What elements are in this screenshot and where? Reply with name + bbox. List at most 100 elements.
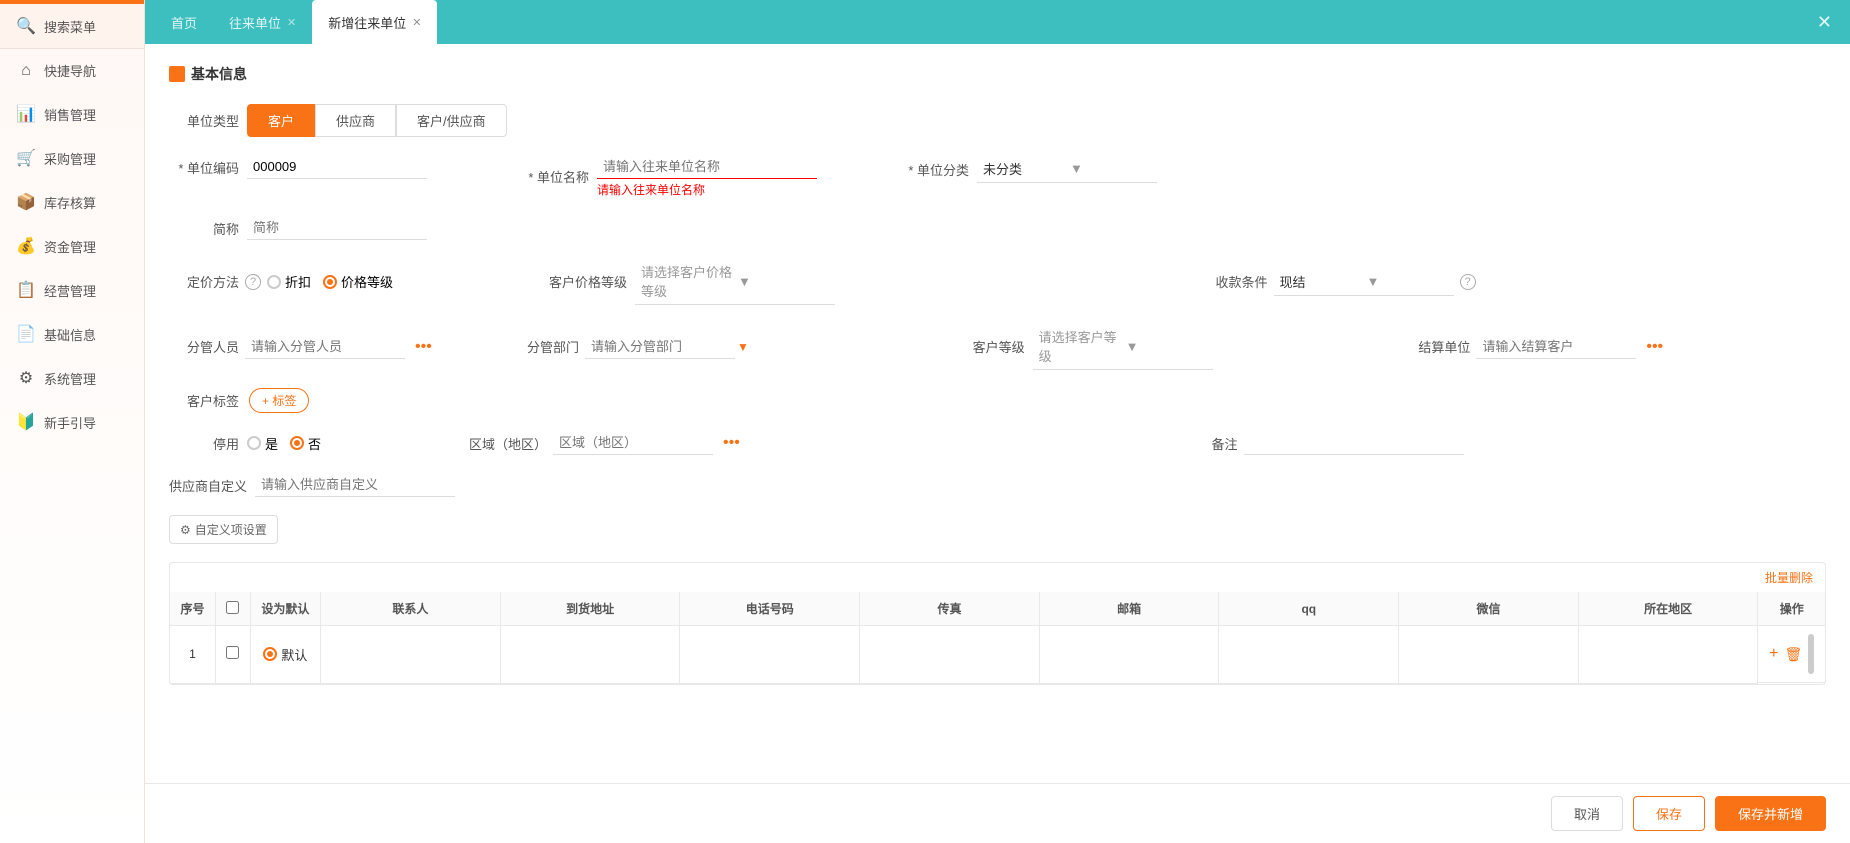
sidebar-item-quick-nav[interactable]: ⌂ 快捷导航 — [0, 49, 144, 92]
row-default-radio[interactable]: 默认 — [261, 645, 310, 664]
department-field: 分管部门 ▼ — [489, 335, 935, 359]
manager-input[interactable] — [245, 335, 405, 359]
unit-name-input[interactable] — [597, 155, 817, 179]
select-all-checkbox[interactable] — [226, 601, 239, 614]
supplier-custom-input[interactable] — [255, 473, 455, 497]
status-row: 停用 是 否 区域（地区） ••• 备注 — [169, 431, 1826, 455]
row-fax[interactable] — [860, 626, 1040, 684]
unit-category-dropdown[interactable]: 未分类 ▼ — [977, 155, 1157, 183]
row-select-checkbox[interactable] — [226, 646, 239, 659]
tab-partners-close[interactable]: ✕ — [287, 16, 296, 29]
table-actions-row: 批量删除 — [170, 563, 1825, 592]
unit-code-label: * 单位编码 — [169, 158, 239, 177]
customer-level-dropdown[interactable]: 请选择客户等级 ▼ — [1033, 323, 1213, 370]
pricing-help-icon[interactable]: ? — [245, 274, 261, 290]
sidebar-item-operations[interactable]: 📋 经营管理 — [0, 268, 144, 312]
row-id: 1 — [170, 626, 215, 684]
customer-level-value: 请选择客户等级 — [1039, 327, 1120, 365]
payment-terms-value: 现结 — [1280, 272, 1361, 291]
remark-field: 备注 — [1128, 431, 1827, 455]
sidebar-item-search[interactable]: 🔍 搜索菜单 — [0, 4, 144, 49]
disabled-yes-dot — [247, 436, 261, 450]
col-address: 到货地址 — [500, 592, 680, 626]
manager-more-btn[interactable]: ••• — [415, 338, 432, 356]
row-wechat[interactable] — [1399, 626, 1579, 684]
disabled-field: 停用 是 否 — [169, 434, 449, 453]
row-contact[interactable] — [321, 626, 501, 684]
row-email[interactable] — [1039, 626, 1219, 684]
col-region: 所在地区 — [1578, 592, 1758, 626]
qq-input[interactable] — [1229, 647, 1388, 661]
pricing-discount-radio[interactable]: 折扣 — [267, 272, 311, 291]
operations-icon: 📋 — [16, 280, 36, 300]
basic-info-icon: 📄 — [16, 324, 36, 344]
payment-terms-dropdown[interactable]: 现结 ▼ — [1274, 268, 1454, 296]
settlement-unit-input[interactable] — [1476, 335, 1636, 359]
type-btn-customer[interactable]: 客户 — [247, 104, 315, 137]
row-default-dot — [263, 647, 277, 661]
batch-delete-btn[interactable]: 批量删除 — [1765, 569, 1813, 586]
tab-new-partner[interactable]: 新增往来单位 ✕ — [312, 0, 437, 44]
department-input[interactable] — [585, 335, 735, 359]
tab-partners[interactable]: 往来单位 ✕ — [213, 0, 312, 44]
disabled-yes-label: 是 — [265, 434, 278, 453]
disabled-no-radio[interactable]: 否 — [290, 434, 321, 453]
add-tag-button[interactable]: + 标签 — [249, 388, 309, 413]
payment-terms-help-icon[interactable]: ? — [1460, 274, 1476, 290]
wechat-input[interactable] — [1409, 647, 1568, 661]
sidebar-item-inventory[interactable]: 📦 库存核算 — [0, 180, 144, 224]
disabled-yes-radio[interactable]: 是 — [247, 434, 278, 453]
table-header-row: 序号 设为默认 联系人 到货地址 电话号码 传真 邮箱 qq 微信 所在地区 操… — [170, 592, 1825, 626]
sidebar-search-label: 搜索菜单 — [44, 17, 96, 36]
add-row-btn[interactable]: + — [1769, 645, 1778, 663]
sidebar-label: 采购管理 — [44, 149, 96, 168]
settlement-unit-more-btn[interactable]: ••• — [1646, 338, 1663, 356]
short-name-input[interactable] — [247, 216, 427, 240]
sidebar-item-system[interactable]: ⚙ 系统管理 — [0, 356, 144, 400]
unit-type-row: 单位类型 客户 供应商 客户/供应商 — [169, 104, 1826, 137]
customer-price-level-dropdown[interactable]: 请选择客户价格等级 ▼ — [635, 258, 835, 305]
save-button[interactable]: 保存 — [1633, 796, 1705, 831]
region-more-btn[interactable]: ••• — [723, 434, 740, 452]
phone-input[interactable] — [690, 647, 849, 661]
type-btn-both[interactable]: 客户/供应商 — [396, 104, 507, 137]
row-qq[interactable] — [1219, 626, 1399, 684]
pricing-level-radio[interactable]: 价格等级 — [323, 272, 393, 291]
close-all-tabs[interactable]: ✕ — [1809, 8, 1840, 37]
type-btn-supplier[interactable]: 供应商 — [315, 104, 396, 137]
sidebar-item-sales[interactable]: 📊 销售管理 — [0, 92, 144, 136]
unit-type-field: 单位类型 客户 供应商 客户/供应商 — [169, 104, 1826, 137]
sidebar-item-finance[interactable]: 💰 资金管理 — [0, 224, 144, 268]
col-email: 邮箱 — [1039, 592, 1219, 626]
settlement-unit-label: 结算单位 — [1400, 337, 1470, 356]
manager-label: 分管人员 — [169, 337, 239, 356]
contact-input[interactable] — [331, 647, 490, 661]
tab-new-partner-close[interactable]: ✕ — [412, 16, 421, 29]
region-input[interactable] — [553, 431, 713, 455]
email-input[interactable] — [1050, 647, 1209, 661]
unit-info-row: * 单位编码 * 单位名称 请输入往来单位名称 * 单位分类 未分类 ▼ — [169, 155, 1826, 198]
col-wechat: 微信 — [1399, 592, 1579, 626]
pricing-discount-label: 折扣 — [285, 272, 311, 291]
row-region[interactable] — [1578, 626, 1758, 684]
unit-code-input[interactable] — [247, 155, 427, 179]
sidebar-item-basic-info[interactable]: 📄 基础信息 — [0, 312, 144, 356]
delete-row-btn[interactable]: 🗑 — [1785, 646, 1803, 663]
row-phone[interactable] — [680, 626, 860, 684]
main-area: 首页 往来单位 ✕ 新增往来单位 ✕ ✕ 基本信息 单位类型 客户 供应商 客 — [145, 0, 1850, 843]
row-drag-handle[interactable] — [1808, 634, 1814, 674]
sidebar-item-purchase[interactable]: 🛒 采购管理 — [0, 136, 144, 180]
customize-settings-button[interactable]: ⚙ 自定义项设置 — [169, 515, 278, 544]
sidebar-label: 系统管理 — [44, 369, 96, 388]
address-input[interactable] — [511, 647, 670, 661]
payment-terms-arrow: ▼ — [1367, 274, 1448, 289]
table-region-input[interactable] — [1589, 647, 1748, 661]
save-add-button[interactable]: 保存并新增 — [1715, 796, 1826, 831]
fax-input[interactable] — [870, 647, 1029, 661]
sidebar-item-guide[interactable]: 🔰 新手引导 — [0, 400, 144, 444]
row-address[interactable] — [500, 626, 680, 684]
tab-home[interactable]: 首页 — [155, 0, 213, 44]
short-name-row: 简称 — [169, 216, 1826, 240]
cancel-button[interactable]: 取消 — [1551, 796, 1623, 831]
remark-input[interactable] — [1244, 431, 1464, 455]
